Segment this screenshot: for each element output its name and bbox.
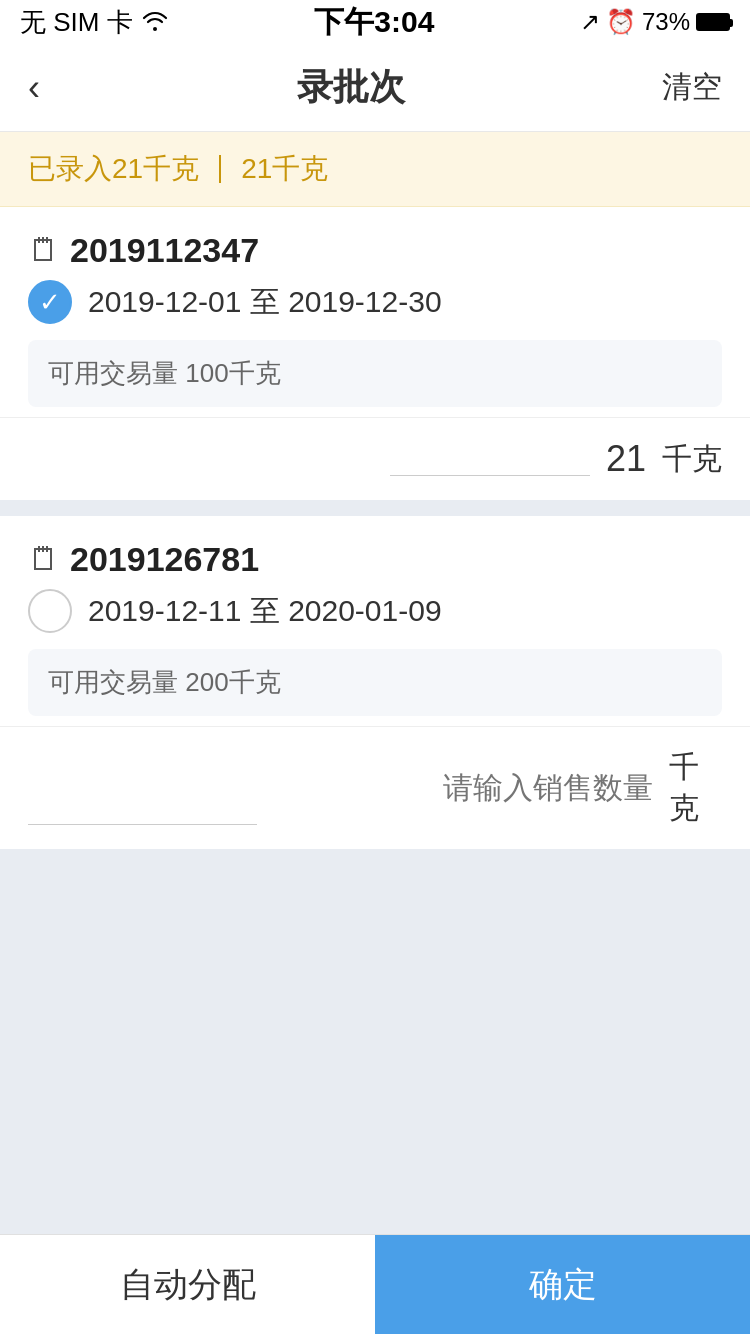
batch-item-1: 🗒 2019112347 ✓ 2019-12-01 至 2019-12-30 可… <box>0 207 750 500</box>
input-underline-2 <box>28 824 257 825</box>
batch-date-row-1[interactable]: ✓ 2019-12-01 至 2019-12-30 <box>0 280 750 340</box>
status-bar: 无 SIM 卡 下午3:04 ↗ ⏰ 73% <box>0 0 750 44</box>
batch-doc-icon-2: 🗒 <box>28 541 60 578</box>
recorded-value: 21千克 <box>241 150 328 188</box>
back-button[interactable]: ‹ <box>28 67 40 109</box>
radio-button-1[interactable]: ✓ <box>28 280 72 324</box>
auto-assign-button[interactable]: 自动分配 <box>0 1235 375 1334</box>
wifi-icon <box>141 7 169 38</box>
batch-header-1: 🗒 2019112347 <box>0 207 750 280</box>
quantity-value-1: 21 <box>606 438 646 480</box>
batch-available-2: 可用交易量 200千克 <box>28 649 722 716</box>
radio-button-2[interactable] <box>28 589 72 633</box>
battery-icon <box>696 13 730 31</box>
quantity-row-1: 21 千克 <box>0 417 750 500</box>
input-row-2: 千克 <box>0 726 750 849</box>
batch-available-1: 可用交易量 100千克 <box>28 340 722 407</box>
quantity-unit-1: 千克 <box>662 439 722 480</box>
location-icon: ↗ <box>580 8 600 36</box>
recorded-label: 已录入21千克 <box>28 150 199 188</box>
bottom-spacer <box>0 849 750 1289</box>
quantity-input-2[interactable] <box>273 771 653 805</box>
batch-item-2: 🗒 2019126781 2019-12-11 至 2020-01-09 可用交… <box>0 516 750 849</box>
clear-button[interactable]: 清空 <box>662 67 722 108</box>
page-title: 录批次 <box>297 63 405 112</box>
info-banner: 已录入21千克 21千克 <box>0 132 750 207</box>
alarm-icon: ⏰ <box>606 8 636 36</box>
confirm-button[interactable]: 确定 <box>375 1235 750 1334</box>
section-separator <box>0 500 750 516</box>
input-unit-2: 千克 <box>669 747 722 829</box>
nav-bar: ‹ 录批次 清空 <box>0 44 750 132</box>
no-sim-text: 无 SIM 卡 <box>20 5 133 40</box>
batch-header-2: 🗒 2019126781 <box>0 516 750 589</box>
quantity-divider-1 <box>390 475 590 476</box>
status-right: ↗ ⏰ 73% <box>580 8 730 36</box>
status-left: 无 SIM 卡 <box>20 5 169 40</box>
batch-doc-icon-1: 🗒 <box>28 232 60 269</box>
batch-date-row-2[interactable]: 2019-12-11 至 2020-01-09 <box>0 589 750 649</box>
battery-text: 73% <box>642 8 690 36</box>
batch-id-2: 2019126781 <box>70 540 259 579</box>
check-icon-1: ✓ <box>39 289 61 315</box>
bottom-bar: 自动分配 确定 <box>0 1234 750 1334</box>
batch-date-1: 2019-12-01 至 2019-12-30 <box>88 282 442 323</box>
batch-date-2: 2019-12-11 至 2020-01-09 <box>88 591 442 632</box>
info-divider <box>219 155 221 183</box>
batch-id-1: 2019112347 <box>70 231 259 270</box>
status-time: 下午3:04 <box>314 2 434 43</box>
